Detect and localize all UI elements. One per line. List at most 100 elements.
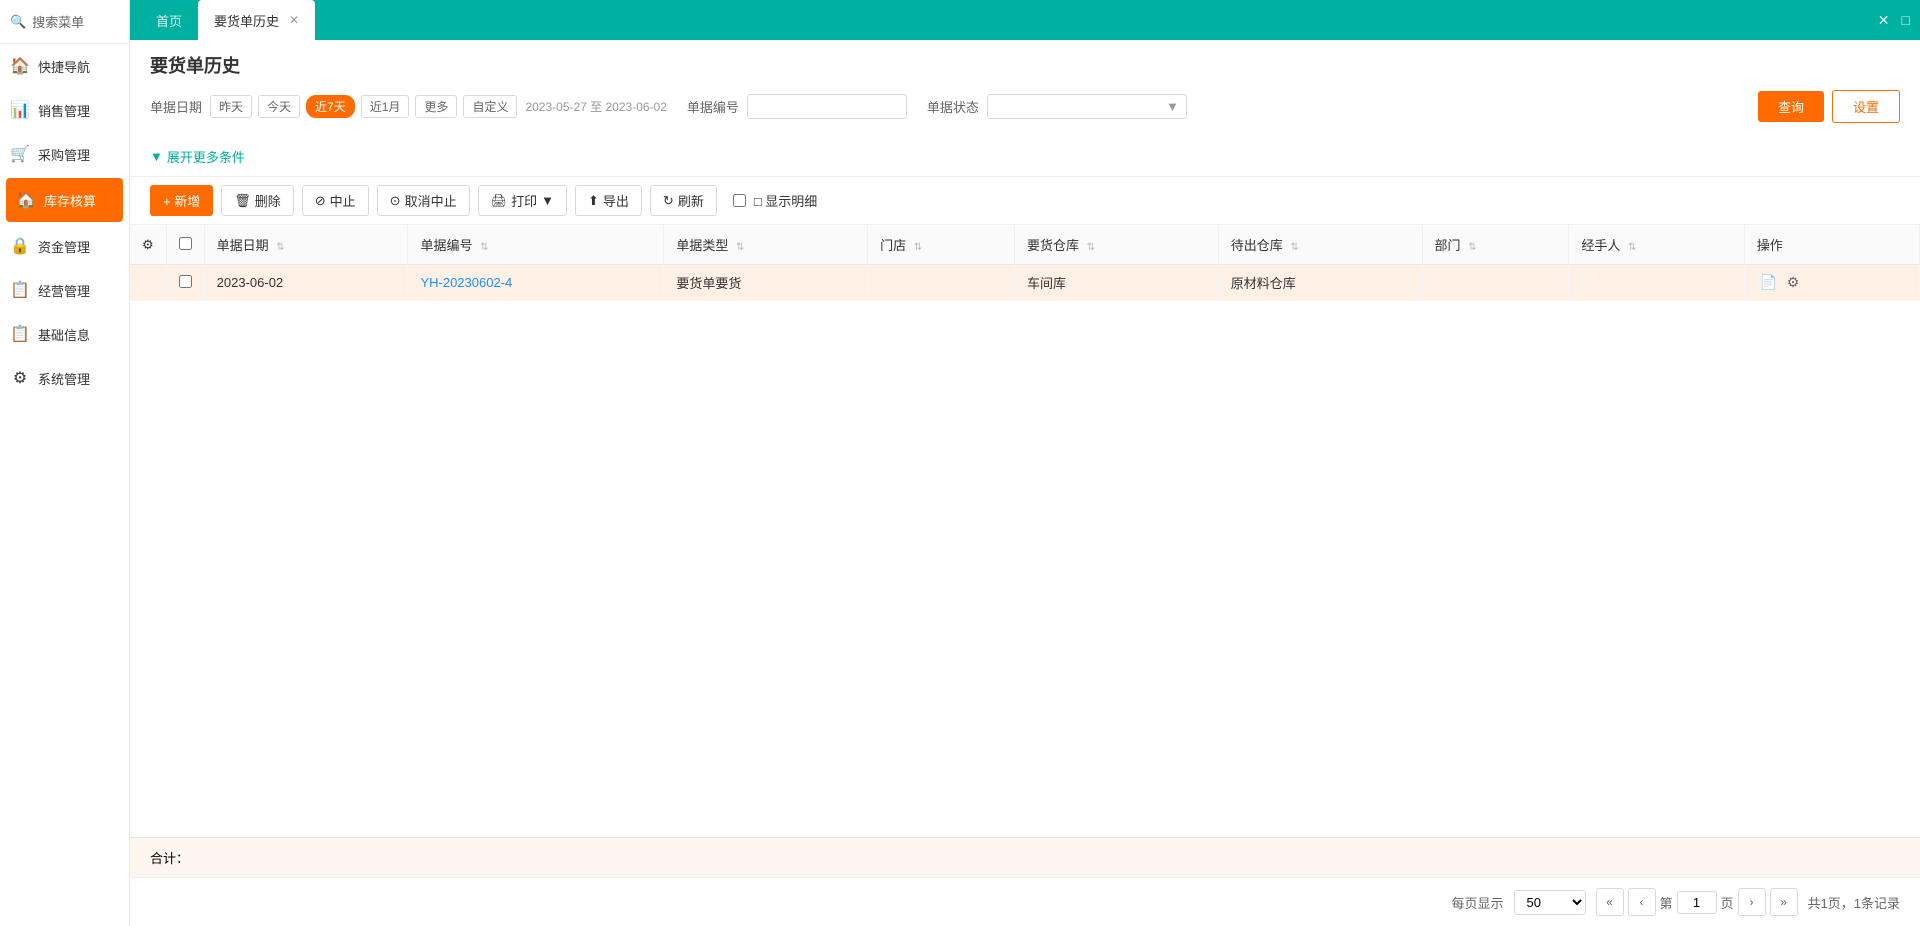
sidebar-item-label: 库存核算 bbox=[44, 191, 96, 210]
row-req-warehouse: 车间库 bbox=[1014, 265, 1218, 301]
inventory-icon: 🏠 bbox=[16, 190, 36, 210]
pagination-bar: 每页显示 50 100 200 « ‹ 第 页 › » 共1页，1条记录 bbox=[130, 877, 1920, 926]
sort-store-icon: ⇅ bbox=[914, 242, 922, 253]
home-icon: 🏠 bbox=[10, 56, 30, 76]
row-view-icon[interactable]: 📄 bbox=[1760, 274, 1777, 290]
tab-home[interactable]: 首页 bbox=[140, 0, 198, 40]
sidebar-item-operation[interactable]: 📋 经营管理 bbox=[0, 268, 129, 312]
col-doc-type[interactable]: 单据类型 ⇅ bbox=[664, 225, 868, 265]
col-handler[interactable]: 经手人 ⇅ bbox=[1569, 225, 1744, 265]
refresh-button[interactable]: ↻ 刷新 bbox=[650, 185, 717, 216]
row-doc-number[interactable]: YH-20230602-4 bbox=[408, 265, 664, 301]
sidebar-item-label: 快捷导航 bbox=[38, 57, 90, 76]
row-checkbox[interactable] bbox=[179, 275, 192, 288]
delete-label: 删除 bbox=[255, 191, 281, 210]
export-icon: ⬆ bbox=[588, 193, 599, 209]
window-maximize-icon[interactable]: □ bbox=[1902, 12, 1910, 28]
tab-home-label: 首页 bbox=[156, 11, 182, 30]
sidebar-item-basic[interactable]: 📋 基础信息 bbox=[0, 312, 129, 356]
per-page-select[interactable]: 50 100 200 bbox=[1514, 890, 1586, 915]
row-operation-cell: 📄 ⚙ bbox=[1744, 265, 1919, 301]
footer-area: 合计： bbox=[130, 837, 1920, 877]
sidebar-item-label: 系统管理 bbox=[38, 369, 90, 388]
page-title: 要货单历史 bbox=[150, 52, 1900, 78]
sidebar-item-label: 采购管理 bbox=[38, 145, 90, 164]
row-handler bbox=[1569, 265, 1744, 301]
date-btn-7days[interactable]: 近7天 bbox=[306, 95, 355, 118]
expand-more-row: ▼ 展开更多条件 bbox=[150, 133, 1900, 176]
col-department-label: 部门 bbox=[1435, 238, 1461, 253]
tab-requisition-history[interactable]: 要货单历史 ✕ bbox=[198, 0, 315, 40]
col-req-warehouse[interactable]: 要货仓库 ⇅ bbox=[1014, 225, 1218, 265]
new-button[interactable]: + 新增 bbox=[150, 185, 213, 216]
sidebar-item-system[interactable]: ⚙ 系统管理 bbox=[0, 356, 129, 400]
page-header-area: 要货单历史 单据日期 昨天 今天 近7天 近1月 更多 自定义 bbox=[130, 40, 1920, 177]
sidebar-item-label: 基础信息 bbox=[38, 325, 90, 344]
page-number-input[interactable] bbox=[1677, 891, 1717, 914]
row-department bbox=[1422, 265, 1569, 301]
sidebar-search[interactable]: 🔍 搜索菜单 bbox=[0, 0, 129, 44]
date-filter-label: 单据日期 bbox=[150, 97, 202, 116]
display-detail-checkbox[interactable] bbox=[733, 194, 746, 207]
setting-button[interactable]: 设置 bbox=[1832, 90, 1900, 123]
filter-date-group: 单据日期 昨天 今天 近7天 近1月 更多 自定义 2023-05-27 至 2… bbox=[150, 95, 667, 118]
display-detail-toggle[interactable]: □ 显示明细 bbox=[733, 191, 817, 210]
system-icon: ⚙ bbox=[10, 368, 30, 388]
sidebar-item-sales[interactable]: 📊 销售管理 bbox=[0, 88, 129, 132]
docstatus-select-wrapper: ▼ bbox=[987, 94, 1187, 119]
delete-button[interactable]: 🗑 删除 bbox=[221, 185, 294, 216]
window-close-icon[interactable]: ✕ bbox=[1878, 12, 1890, 29]
tab-close-icon[interactable]: ✕ bbox=[289, 13, 299, 27]
col-doc-date[interactable]: 单据日期 ⇅ bbox=[204, 225, 408, 265]
date-btn-more[interactable]: 更多 bbox=[415, 95, 457, 118]
display-detail-label: □ 显示明细 bbox=[754, 191, 817, 210]
date-btn-yesterday[interactable]: 昨天 bbox=[210, 95, 252, 118]
sidebar-search-label: 搜索菜单 bbox=[32, 12, 84, 31]
table-container: ⚙ 单据日期 ⇅ 单据编号 ⇅ 单据类型 bbox=[130, 225, 1920, 837]
docstatus-select[interactable] bbox=[987, 94, 1187, 119]
query-button[interactable]: 查询 bbox=[1758, 91, 1824, 122]
print-button[interactable]: 🖨 打印 ▼ bbox=[478, 185, 567, 216]
export-button[interactable]: ⬆ 导出 bbox=[575, 185, 642, 216]
col-store[interactable]: 门店 ⇅ bbox=[868, 225, 1015, 265]
total-info: 共1页，1条记录 bbox=[1808, 893, 1900, 912]
col-settings[interactable]: ⚙ bbox=[130, 225, 166, 265]
col-doc-number[interactable]: 单据编号 ⇅ bbox=[408, 225, 664, 265]
stop-label: 中止 bbox=[330, 191, 356, 210]
tab-requisition-label: 要货单历史 bbox=[214, 11, 279, 30]
docnumber-input[interactable] bbox=[747, 94, 907, 119]
last-page-btn[interactable]: » bbox=[1770, 888, 1798, 916]
data-table: ⚙ 单据日期 ⇅ 单据编号 ⇅ 单据类型 bbox=[130, 225, 1920, 301]
next-page-btn[interactable]: › bbox=[1738, 888, 1766, 916]
col-pending-warehouse[interactable]: 待出仓库 ⇅ bbox=[1218, 225, 1422, 265]
col-store-label: 门店 bbox=[880, 238, 906, 253]
col-req-warehouse-label: 要货仓库 bbox=[1027, 238, 1079, 253]
row-checkbox-cell[interactable] bbox=[166, 265, 204, 301]
date-btn-custom[interactable]: 自定义 bbox=[463, 95, 517, 118]
doc-number-link[interactable]: YH-20230602-4 bbox=[420, 275, 512, 290]
select-all-checkbox[interactable] bbox=[179, 237, 192, 250]
row-doc-type: 要货单要货 bbox=[664, 265, 868, 301]
date-btn-1month[interactable]: 近1月 bbox=[361, 95, 410, 118]
sidebar-item-finance[interactable]: 🔒 资金管理 bbox=[0, 224, 129, 268]
row-pending-warehouse: 原材料仓库 bbox=[1218, 265, 1422, 301]
prev-page-btn[interactable]: ‹ bbox=[1628, 888, 1656, 916]
sort-doc-date-icon: ⇅ bbox=[276, 242, 284, 253]
col-department[interactable]: 部门 ⇅ bbox=[1422, 225, 1569, 265]
row-store bbox=[868, 265, 1015, 301]
topbar: 首页 要货单历史 ✕ ✕ □ bbox=[130, 0, 1920, 40]
sidebar-item-purchase[interactable]: 🛒 采购管理 bbox=[0, 132, 129, 176]
col-checkbox[interactable] bbox=[166, 225, 204, 265]
first-page-btn[interactable]: « bbox=[1596, 888, 1624, 916]
row-edit-icon[interactable]: ⚙ bbox=[1787, 274, 1800, 290]
date-btn-today[interactable]: 今天 bbox=[258, 95, 300, 118]
row-doc-date: 2023-06-02 bbox=[204, 265, 408, 301]
sidebar-item-quick-nav[interactable]: 🏠 快捷导航 bbox=[0, 44, 129, 88]
sidebar-item-inventory[interactable]: 🏠 库存核算 bbox=[6, 178, 123, 222]
action-toolbar: + 新增 🗑 删除 ⊘ 中止 ⊙ 取消中止 🖨 打印 ▼ ⬆ 导出 bbox=[130, 177, 1920, 225]
cancel-stop-button[interactable]: ⊙ 取消中止 bbox=[377, 185, 470, 216]
sort-doc-number-icon: ⇅ bbox=[480, 242, 488, 253]
stop-button[interactable]: ⊘ 中止 bbox=[302, 185, 369, 216]
purchase-icon: 🛒 bbox=[10, 144, 30, 164]
expand-more-btn[interactable]: ▼ 展开更多条件 bbox=[150, 147, 245, 166]
